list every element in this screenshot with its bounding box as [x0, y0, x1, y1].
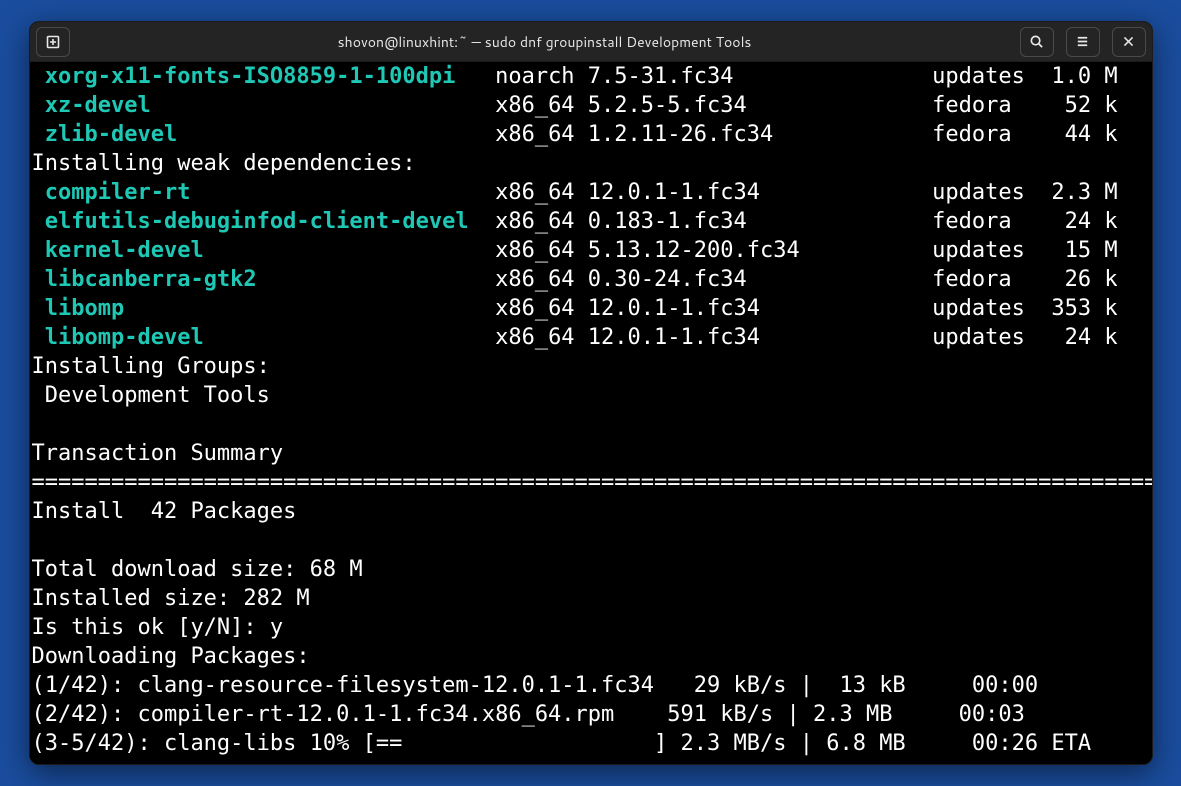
section-header: Installing Groups: [32, 352, 1150, 381]
download-progress-row: (1/42): clang-resource-filesystem-12.0.1… [32, 671, 1150, 700]
search-button[interactable] [1020, 27, 1054, 57]
download-progress-row: (3-5/42): clang-libs 10% [== ] 2.3 MB/s … [32, 729, 1150, 758]
package-row: xorg-x11-fonts-ISO8859-1-100dpi noarch 7… [32, 62, 1150, 91]
menu-button[interactable] [1066, 27, 1100, 57]
package-row: xz-devel x86_64 5.2.5-5.fc34 fedora 52 k [32, 91, 1150, 120]
installed-size: Installed size: 282 M [32, 584, 1150, 613]
install-count: Install 42 Packages [32, 497, 1150, 526]
terminal-output[interactable]: xorg-x11-fonts-ISO8859-1-100dpi noarch 7… [30, 62, 1152, 764]
divider: ========================================… [32, 468, 1150, 497]
package-row: compiler-rt x86_64 12.0.1-1.fc34 updates… [32, 178, 1150, 207]
package-row: zlib-devel x86_64 1.2.11-26.fc34 fedora … [32, 120, 1150, 149]
package-row: kernel-devel x86_64 5.13.12-200.fc34 upd… [32, 236, 1150, 265]
summary-header: Transaction Summary [32, 439, 1150, 468]
confirm-prompt: Is this ok [y/N]: y [32, 613, 1150, 642]
download-progress-row: (2/42): compiler-rt-12.0.1-1.fc34.x86_64… [32, 700, 1150, 729]
package-row: elfutils-debuginfod-client-devel x86_64 … [32, 207, 1150, 236]
close-button[interactable] [1112, 27, 1146, 57]
window-title: shovon@linuxhint:~ — sudo dnf groupinsta… [76, 32, 1014, 52]
package-row: libcanberra-gtk2 x86_64 0.30-24.fc34 fed… [32, 265, 1150, 294]
download-size: Total download size: 68 M [32, 555, 1150, 584]
titlebar: shovon@linuxhint:~ — sudo dnf groupinsta… [30, 22, 1152, 62]
downloading-header: Downloading Packages: [32, 642, 1150, 671]
package-row: libomp-devel x86_64 12.0.1-1.fc34 update… [32, 323, 1150, 352]
package-row: libomp x86_64 12.0.1-1.fc34 updates 353 … [32, 294, 1150, 323]
new-tab-button[interactable] [36, 27, 70, 57]
section-header: Installing weak dependencies: [32, 149, 1150, 178]
group-name: Development Tools [32, 381, 1150, 410]
terminal-window: shovon@linuxhint:~ — sudo dnf groupinsta… [29, 21, 1153, 765]
